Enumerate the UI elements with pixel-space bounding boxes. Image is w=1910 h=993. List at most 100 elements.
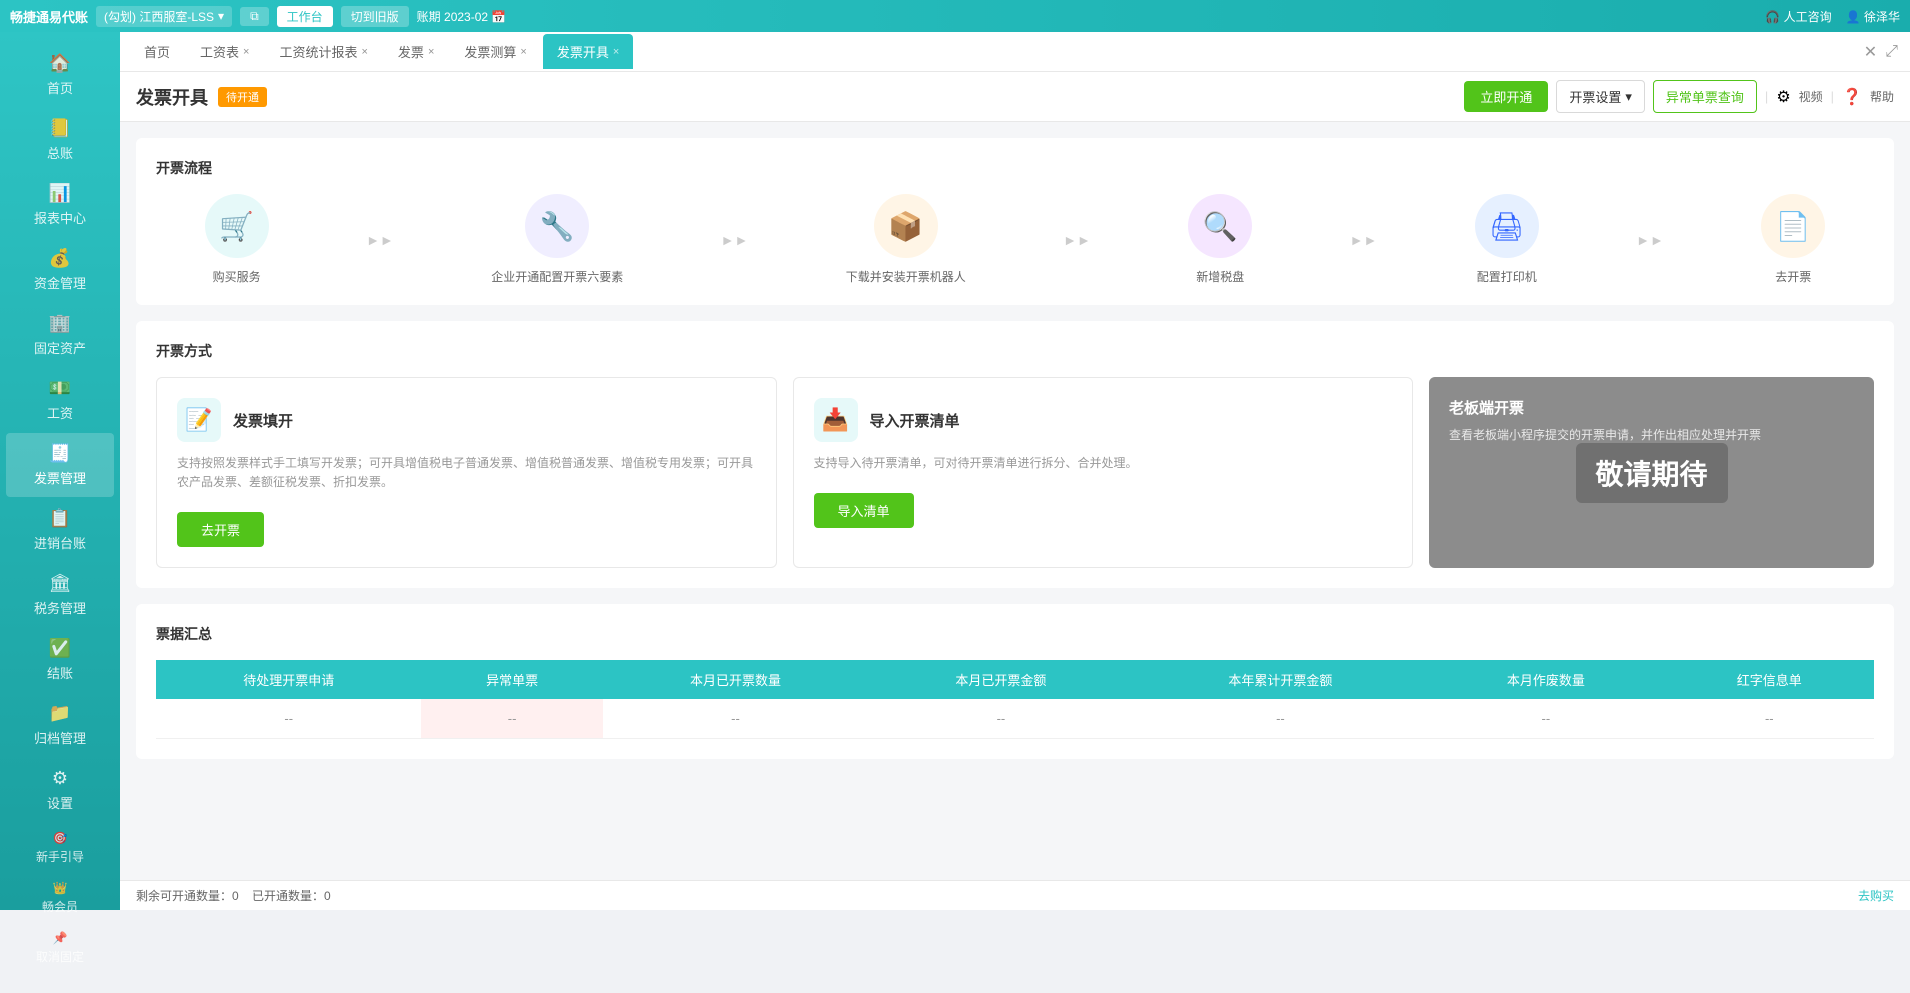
tab-salary[interactable]: 工资表× bbox=[186, 34, 263, 69]
open-settings-btn[interactable]: 开票设置 ▾ bbox=[1556, 80, 1645, 113]
import-invoice-card: 📥 导入开票清单 支持导入待开票清单，可对待开票清单进行拆分、合并处理。 导入清… bbox=[793, 377, 1414, 568]
app-logo: 畅捷通易代账 bbox=[10, 7, 88, 26]
tab-close-invoice-calc[interactable]: × bbox=[520, 46, 526, 58]
sidebar-icon-salary: 💵 bbox=[49, 378, 71, 399]
sidebar-item-home[interactable]: 🏠 首页 bbox=[6, 43, 114, 107]
switch-old-btn[interactable]: 切到旧版 bbox=[341, 6, 409, 27]
summary-cell-0: -- bbox=[156, 699, 421, 739]
pin-icon: 📌 bbox=[53, 931, 68, 945]
help-icon[interactable]: ❓ bbox=[1842, 87, 1862, 107]
company-selector[interactable]: (勾划) 江西服室-LSS ▾ bbox=[96, 6, 232, 27]
import-card-title: 导入开票清单 bbox=[870, 410, 960, 431]
dropdown-arrow-icon: ▾ bbox=[1625, 89, 1632, 105]
top-bar: 畅捷通易代账 (勾划) 江西服室-LSS ▾ ⧉ 工作台 切到旧版 账期 202… bbox=[0, 0, 1910, 32]
sidebar-label-ledger: 总账 bbox=[47, 143, 73, 162]
dropdown-icon: ▾ bbox=[218, 9, 224, 23]
flow-step-icon-taxdisk: 🔍 bbox=[1188, 194, 1252, 258]
tab-close-salary[interactable]: × bbox=[243, 46, 249, 58]
summary-col-异常单票: 异常单票 bbox=[421, 660, 602, 699]
sidebar: 🏠 首页📒 总账📊 报表中心💰 资金管理🏢 固定资产💵 工资🧾 发票管理📋 进销… bbox=[0, 32, 120, 910]
copy-btn[interactable]: ⧉ bbox=[240, 7, 269, 26]
sidebar-item-salary[interactable]: 💵 工资 bbox=[6, 368, 114, 432]
video-label: 视频 bbox=[1799, 88, 1823, 105]
sidebar-item-report[interactable]: 📊 报表中心 bbox=[6, 173, 114, 237]
flow-step-buy: 🛒 购买服务 bbox=[205, 194, 269, 285]
summary-cell-4: -- bbox=[1134, 699, 1428, 739]
sidebar-item-invoice-mgr[interactable]: 🧾 发票管理 bbox=[6, 433, 114, 497]
bottom-bar-left: 剩余可开通数量：0 已开通数量：0 bbox=[136, 887, 331, 904]
sidebar-icon-home: 🏠 bbox=[49, 53, 71, 74]
flow-step-icon-issue: 📄 bbox=[1761, 194, 1825, 258]
flow-step-config: 🔧 企业开通配置开票六要素 bbox=[491, 194, 623, 285]
tab-invoice-calc[interactable]: 发票测算× bbox=[450, 34, 540, 69]
sidebar-icon-archive: 📁 bbox=[49, 703, 71, 724]
sidebar-pin[interactable]: 📌 取消固定 bbox=[0, 923, 120, 973]
sidebar-label-archive: 归档管理 bbox=[34, 728, 86, 747]
consult-btn[interactable]: 🎧 人工咨询 bbox=[1765, 8, 1831, 25]
sidebar-label-tax: 税务管理 bbox=[34, 598, 86, 617]
company-name: (勾划) 江西服室-LSS bbox=[104, 8, 214, 25]
tab-invoice-tool[interactable]: 发票开具× bbox=[543, 34, 633, 69]
sidebar-label-settlement: 结账 bbox=[47, 663, 73, 682]
summary-col-本月已开票金额: 本月已开票金额 bbox=[868, 660, 1133, 699]
method-section-title: 开票方式 bbox=[156, 341, 1874, 361]
sidebar-item-tax[interactable]: 🏛 税务管理 bbox=[6, 563, 114, 627]
flow-step-issue: 📄 去开票 bbox=[1761, 194, 1825, 285]
manual-card-btn[interactable]: 去开票 bbox=[177, 512, 264, 547]
toolbar-right: 立即开通 开票设置 ▾ 异常单票查询 | ⚙ 视频 | ❓ 帮助 bbox=[1464, 80, 1894, 113]
sidebar-item-purchase[interactable]: 📋 进销台账 bbox=[6, 498, 114, 562]
sidebar-icon-report: 📊 bbox=[49, 183, 71, 204]
tab-close-invoice-tool[interactable]: × bbox=[613, 46, 619, 58]
tab-close-salary-report[interactable]: × bbox=[361, 46, 367, 58]
sidebar-item-ledger[interactable]: 📒 总账 bbox=[6, 108, 114, 172]
close-window-btn[interactable]: ✕ bbox=[1862, 40, 1879, 64]
old-terminal-title: 老板端开票 bbox=[1449, 397, 1854, 418]
sidebar-bottom-item-member[interactable]: 👑 畅会员 bbox=[0, 873, 120, 923]
maximize-window-btn[interactable]: ⤢ bbox=[1883, 40, 1900, 64]
flow-step-printer: 🖨 配置打印机 bbox=[1475, 194, 1539, 285]
sidebar-item-fund[interactable]: 💰 资金管理 bbox=[6, 238, 114, 302]
exception-query-btn[interactable]: 异常单票查询 bbox=[1653, 80, 1757, 113]
sidebar-bottom-item-new-user[interactable]: 🎯 新手引导 bbox=[0, 823, 120, 873]
summary-table: 待处理开票申请异常单票本月已开票数量本月已开票金额本年累计开票金额本月作废数量红… bbox=[156, 660, 1874, 739]
sidebar-item-settlement[interactable]: ✅ 结账 bbox=[6, 628, 114, 692]
sidebar-bottom-icon-new-user: 🎯 bbox=[53, 831, 68, 845]
toolbar-divider: | bbox=[1765, 89, 1768, 104]
tab-invoice[interactable]: 发票× bbox=[384, 34, 448, 69]
summary-cell-2: -- bbox=[603, 699, 868, 739]
open-now-btn[interactable]: 立即开通 bbox=[1464, 81, 1548, 112]
tab-home[interactable]: 首页 bbox=[130, 34, 184, 69]
sidebar-icon-settings: ⚙ bbox=[52, 768, 68, 789]
method-section: 开票方式 📝 发票填开 支持按照发票样式手工填写开发票；可开具增值税电子普通发票… bbox=[136, 321, 1894, 588]
buy-link[interactable]: 去购买 bbox=[1858, 887, 1894, 904]
import-card-icon: 📥 bbox=[814, 398, 858, 442]
sidebar-item-settings[interactable]: ⚙ 设置 bbox=[6, 758, 114, 822]
sidebar-icon-tax: 🏛 bbox=[49, 573, 72, 594]
tab-label-home: 首页 bbox=[144, 42, 170, 61]
sidebar-item-archive[interactable]: 📁 归档管理 bbox=[6, 693, 114, 757]
summary-cell-5: -- bbox=[1427, 699, 1664, 739]
flow-step-icon-config: 🔧 bbox=[525, 194, 589, 258]
open-settings-label: 开票设置 bbox=[1569, 87, 1621, 106]
summary-cell-1: -- bbox=[421, 699, 602, 739]
import-card-btn[interactable]: 导入清单 bbox=[814, 493, 914, 528]
summary-col-待处理开票申请: 待处理开票申请 bbox=[156, 660, 421, 699]
summary-col-本月已开票数量: 本月已开票数量 bbox=[603, 660, 868, 699]
calendar-icon[interactable]: 📅 bbox=[491, 10, 506, 24]
user-btn[interactable]: 👤 徐泽华 bbox=[1846, 8, 1900, 25]
summary-section-title: 票据汇总 bbox=[156, 624, 1874, 644]
video-help-icon[interactable]: ⚙ bbox=[1776, 87, 1790, 107]
tab-salary-report[interactable]: 工资统计报表 × bbox=[265, 34, 381, 69]
help-label: 帮助 bbox=[1870, 88, 1894, 105]
sidebar-label-report: 报表中心 bbox=[34, 208, 86, 227]
flow-arrow-3: ►► bbox=[1350, 232, 1378, 248]
flow-step-icon-download: 📦 bbox=[874, 194, 938, 258]
workspace-btn[interactable]: 工作台 bbox=[277, 6, 333, 27]
tab-close-invoice[interactable]: × bbox=[428, 46, 434, 58]
summary-cell-3: -- bbox=[868, 699, 1133, 739]
flow-arrow-2: ►► bbox=[1063, 232, 1091, 248]
sidebar-item-asset[interactable]: 🏢 固定资产 bbox=[6, 303, 114, 367]
tab-label-salary-report: 工资统计报表 bbox=[279, 42, 357, 61]
remaining-label: 剩余可开通数量：0 bbox=[136, 889, 239, 903]
flow-section: 开票流程 🛒 购买服务 ►► 🔧 企业开通配置开票六要素 ►► 📦 下载并安装开… bbox=[136, 138, 1894, 305]
